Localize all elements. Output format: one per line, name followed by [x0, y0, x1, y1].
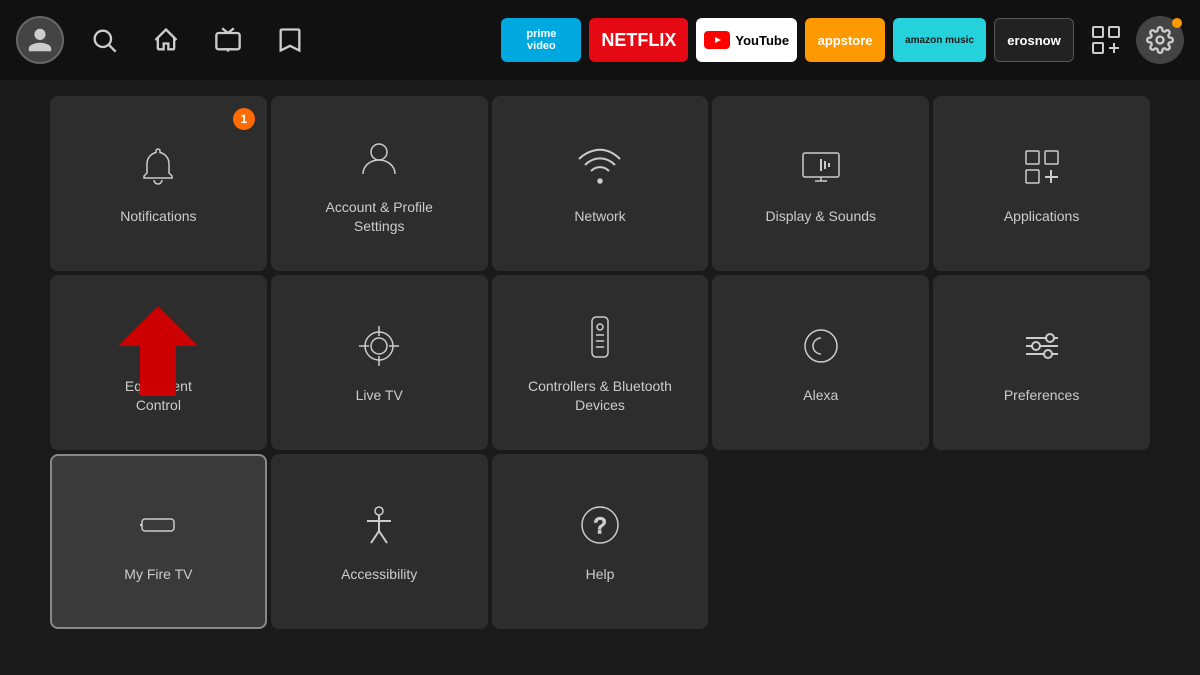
display-sounds-label: Display & Sounds	[766, 207, 877, 225]
preferences-label: Preferences	[1004, 386, 1079, 404]
tile-account[interactable]: Account & ProfileSettings	[271, 96, 488, 271]
remote-icon	[574, 311, 626, 363]
equipment-control-label: EquipmentControl	[125, 377, 192, 413]
alexa-label: Alexa	[803, 386, 838, 404]
prime-video-app[interactable]: primevideo	[501, 18, 581, 62]
my-fire-tv-label: My Fire TV	[124, 565, 192, 583]
notification-badge: 1	[233, 108, 255, 130]
controllers-bluetooth-label: Controllers & BluetoothDevices	[528, 377, 672, 413]
netflix-app[interactable]: NETFLIX	[589, 18, 688, 62]
tile-equipment-control[interactable]: EquipmentControl	[50, 275, 267, 450]
tile-display-sounds[interactable]: Display & Sounds	[712, 96, 929, 271]
equipment-control-icon	[132, 311, 184, 363]
settings-grid: 1 Notifications Account & ProfileSetting…	[0, 84, 1200, 641]
nav-left	[16, 16, 312, 64]
wifi-icon	[574, 141, 626, 193]
applications-icon	[1016, 141, 1068, 193]
top-nav: primevideo NETFLIX YouTube appstore amaz…	[0, 0, 1200, 80]
bell-icon	[132, 141, 184, 193]
account-label: Account & ProfileSettings	[326, 198, 433, 234]
applications-label: Applications	[1004, 207, 1080, 225]
accessibility-label: Accessibility	[341, 565, 417, 583]
preferences-icon	[1016, 320, 1068, 372]
nav-right	[1084, 16, 1184, 64]
tile-alexa[interactable]: Alexa	[712, 275, 929, 450]
tile-help[interactable]: ? Help	[492, 454, 709, 629]
alexa-icon	[795, 320, 847, 372]
tile-my-fire-tv[interactable]: My Fire TV	[50, 454, 267, 629]
account-icon	[353, 132, 405, 184]
tile-live-tv[interactable]: Live TV	[271, 275, 488, 450]
fire-tv-icon	[132, 499, 184, 551]
tv-icon[interactable]	[206, 18, 250, 62]
svg-text:?: ?	[594, 513, 606, 538]
network-label: Network	[574, 207, 625, 225]
youtube-app[interactable]: YouTube	[696, 18, 797, 62]
tile-controllers-bluetooth[interactable]: Controllers & BluetoothDevices	[492, 275, 709, 450]
apps-grid-icon[interactable]	[1084, 18, 1128, 62]
tile-notifications[interactable]: 1 Notifications	[50, 96, 267, 271]
appstore-app[interactable]: appstore	[805, 18, 885, 62]
bookmark-icon[interactable]	[268, 18, 312, 62]
tile-network[interactable]: Network	[492, 96, 709, 271]
help-icon: ?	[574, 499, 626, 551]
youtube-play-icon	[704, 31, 730, 49]
live-tv-label: Live TV	[356, 386, 403, 404]
settings-button[interactable]	[1136, 16, 1184, 64]
home-icon[interactable]	[144, 18, 188, 62]
tile-preferences[interactable]: Preferences	[933, 275, 1150, 450]
help-label: Help	[586, 565, 615, 583]
accessibility-icon	[353, 499, 405, 551]
erosnow-app[interactable]: erosnow	[994, 18, 1074, 62]
tile-applications[interactable]: Applications	[933, 96, 1150, 271]
nav-apps: primevideo NETFLIX YouTube appstore amaz…	[501, 18, 1074, 62]
tile-accessibility[interactable]: Accessibility	[271, 454, 488, 629]
notifications-label: Notifications	[120, 207, 196, 225]
search-icon[interactable]	[82, 18, 126, 62]
amazon-music-app[interactable]: amazon music	[893, 18, 986, 62]
display-icon	[795, 141, 847, 193]
live-tv-icon	[353, 320, 405, 372]
profile-avatar[interactable]	[16, 16, 64, 64]
